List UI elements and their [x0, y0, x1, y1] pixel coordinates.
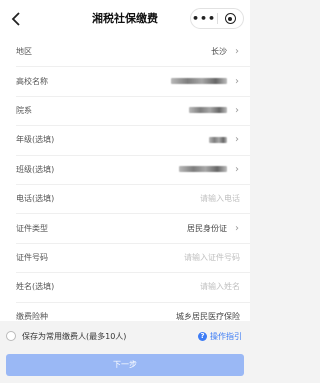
- next-step-button[interactable]: 下一步: [6, 354, 244, 376]
- chevron-right-icon: ›: [235, 134, 239, 146]
- chevron-right-icon: ›: [235, 222, 239, 234]
- region-value: 长沙 ›: [211, 46, 240, 57]
- more-dots-icon[interactable]: •••: [191, 9, 217, 28]
- class-row[interactable]: 班级(选填) ›: [0, 154, 250, 184]
- help-icon: ?: [198, 331, 207, 341]
- school-row[interactable]: 高校名称 ›: [0, 66, 250, 95]
- school-value: ›: [171, 76, 240, 87]
- region-row[interactable]: 地区 长沙 ›: [0, 37, 250, 66]
- operation-guide-link[interactable]: ? 操作指引: [198, 331, 242, 342]
- chevron-right-icon: ›: [235, 46, 239, 58]
- close-circle-icon[interactable]: [218, 13, 243, 24]
- id-number-input[interactable]: 请输入证件号码: [184, 252, 240, 263]
- name-input[interactable]: 请输入姓名: [200, 281, 240, 292]
- phone-label: 电话(选填): [16, 194, 55, 204]
- grade-row[interactable]: 年级(选填) ›: [0, 125, 250, 154]
- chevron-right-icon: ›: [235, 104, 239, 116]
- grade-value: ›: [209, 134, 240, 145]
- nav-bar: 湘税社保缴费 •••: [0, 0, 250, 37]
- save-payer-label[interactable]: 保存为常用缴费人(最多10人): [22, 331, 126, 342]
- id-number-row[interactable]: 证件号码 请输入证件号码: [0, 242, 250, 272]
- redacted-class: [179, 166, 227, 173]
- redacted-grade: [209, 136, 227, 143]
- mini-program-capsule: •••: [190, 8, 244, 29]
- operation-guide-label: 操作指引: [210, 331, 242, 341]
- redacted-department: [189, 107, 227, 114]
- class-value: ›: [179, 164, 240, 175]
- chevron-right-icon: ›: [235, 75, 239, 87]
- id-type-row[interactable]: 证件类型 居民身份证 ›: [0, 213, 250, 242]
- region-text: 长沙: [211, 47, 227, 57]
- grade-label: 年级(选填): [16, 135, 55, 145]
- id-type-text: 居民身份证: [187, 223, 227, 233]
- chevron-right-icon: ›: [235, 163, 239, 175]
- class-label: 班级(选填): [16, 164, 55, 174]
- department-value: ›: [189, 105, 240, 116]
- redacted-school-name: [171, 78, 227, 85]
- save-payer-radio[interactable]: [6, 331, 16, 341]
- id-type-label: 证件类型: [16, 223, 48, 233]
- name-row[interactable]: 姓名(选填) 请输入姓名: [0, 272, 250, 301]
- department-label: 院系: [16, 105, 32, 115]
- phone-row[interactable]: 电话(选填) 请输入电话: [0, 183, 250, 213]
- name-label: 姓名(选填): [16, 282, 55, 292]
- save-payer-row: 保存为常用缴费人(最多10人) ? 操作指引: [6, 327, 242, 345]
- school-label: 高校名称: [16, 76, 48, 86]
- id-type-value: 居民身份证 ›: [187, 223, 240, 234]
- payment-form: 地区 长沙 › 高校名称 › 院系 › 年级(选填) › 班级(选填) › 电话…: [0, 37, 250, 331]
- region-label: 地区: [16, 47, 32, 57]
- phone-input[interactable]: 请输入电话: [200, 193, 240, 204]
- department-row[interactable]: 院系 ›: [0, 95, 250, 125]
- id-number-label: 证件号码: [16, 252, 48, 262]
- footer: 保存为常用缴费人(最多10人) ? 操作指引 下一步: [0, 321, 250, 383]
